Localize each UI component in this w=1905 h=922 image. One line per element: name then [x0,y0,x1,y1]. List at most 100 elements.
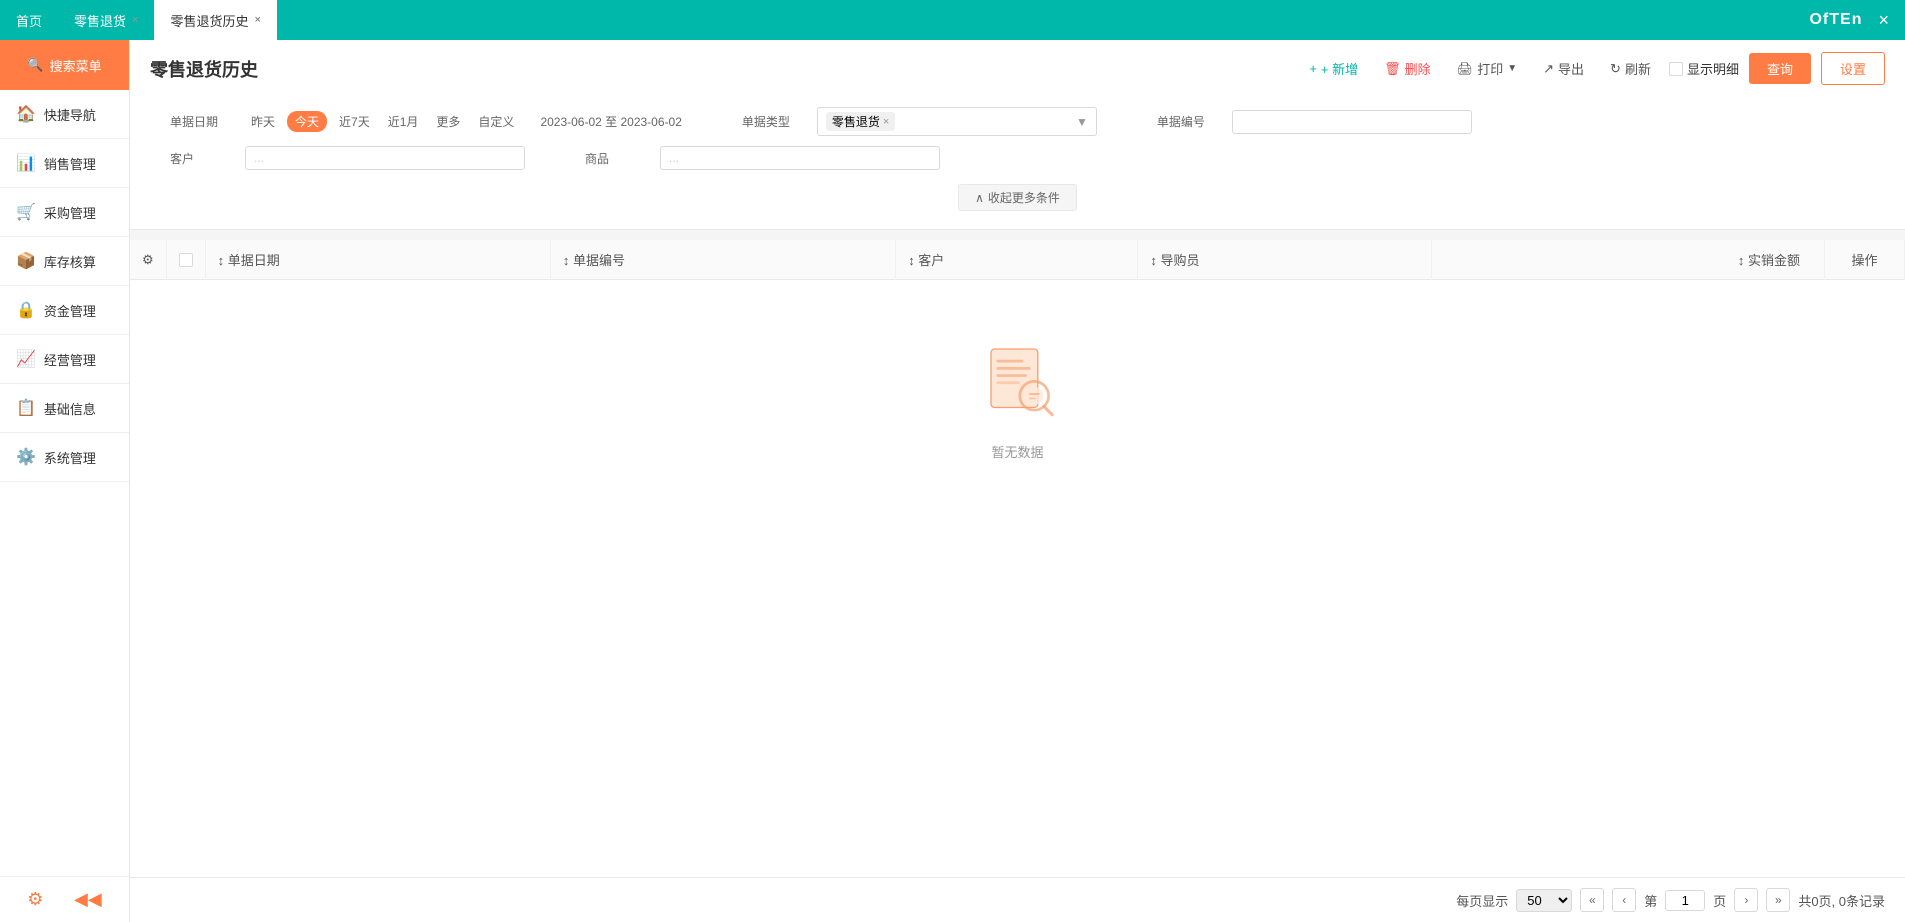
tab-retail-return-history-label: 零售退货历史 [170,11,248,30]
print-icon: 🖨 [1457,61,1474,77]
doc-number-label: 单据编号 [1157,113,1212,130]
sidebar-item-sales-mgmt[interactable]: 📊 销售管理 [0,139,129,188]
tab-home[interactable]: 首页 [0,0,58,40]
export-label: 导出 [1558,59,1584,78]
show-detail-checkbox-box[interactable] [1669,62,1683,76]
date-filter-label: 单据日期 [170,113,225,130]
data-table: ⚙ ↕ 单据日期 ↕ 单据编号 [130,240,1905,280]
sidebar-search[interactable]: 🔍 搜索菜单 [0,40,129,90]
select-all-checkbox[interactable] [179,253,193,267]
tab-retail-return-history-close[interactable]: × [254,14,260,26]
finance-icon: 🔒 [16,300,36,320]
new-button[interactable]: + + 新增 [1301,55,1366,82]
date-btn-custom[interactable]: 自定义 [472,111,520,132]
page-number-input[interactable] [1665,890,1705,911]
sidebar-item-inventory-calc[interactable]: 📦 库存核算 [0,237,129,286]
delete-button[interactable]: 🗑 删除 [1376,55,1439,82]
refresh-icon: ↻ [1610,61,1621,77]
table-header: ⚙ ↕ 单据日期 ↕ 单据编号 [130,240,1905,280]
window-close-button[interactable]: × [1878,10,1889,31]
sidebar-item-quick-nav[interactable]: 🏠 快捷导航 [0,90,129,139]
date-btn-yesterday[interactable]: 昨天 [245,111,281,132]
th-actions-label: 操作 [1851,253,1877,268]
next-page-button[interactable]: › [1734,888,1758,912]
tab-retail-return[interactable]: 零售退货 × [58,0,154,40]
date-btn-today[interactable]: 今天 [287,111,327,132]
last-page-button[interactable]: » [1766,888,1790,912]
th-settings[interactable]: ⚙ [130,240,166,280]
page-suffix: 页 [1713,891,1726,910]
brand-name: OfTEn [1809,11,1862,29]
print-button[interactable]: 🖨 打印 ▼ [1449,55,1525,82]
settings-button[interactable]: 设置 [1821,52,1885,85]
show-detail-checkbox[interactable]: 显示明细 [1669,59,1739,78]
tab-retail-return-history[interactable]: 零售退货历史 × [154,0,276,40]
new-label: + 新增 [1321,59,1358,78]
customer-filter-label: 客户 [170,150,225,167]
sidebar-item-purchase-mgmt[interactable]: 🛒 采购管理 [0,188,129,237]
sidebar-item-system-mgmt[interactable]: ⚙️ 系统管理 [0,433,129,482]
pagination-bar: 每页显示 50 10 20 100 « ‹ 第 页 › [130,877,1905,922]
tab-retail-return-label: 零售退货 [74,11,126,30]
tab-retail-return-close[interactable]: × [132,14,138,26]
page-title: 零售退货历史 [150,56,258,82]
date-filter-group: 昨天 今天 近7天 近1月 更多 自定义 [245,111,520,132]
date-range-display: 2023-06-02 至 2023-06-02 [540,113,681,130]
doc-type-select[interactable]: 零售退货 × ▼ [817,107,1097,136]
date-btn-more[interactable]: 更多 [430,111,466,132]
th-actual-amount: ↕ 实销金额 [1432,240,1825,280]
per-page-select[interactable]: 50 10 20 100 [1516,889,1572,912]
delete-label: 删除 [1405,59,1431,78]
page-header: 零售退货历史 + + 新增 🗑 删除 🖨 打印 ▼ [130,40,1905,230]
sidebar-item-finance-mgmt[interactable]: 🔒 资金管理 [0,286,129,335]
audio-icon[interactable]: ◀◀ [74,889,102,910]
basic-info-icon: 📋 [16,398,36,418]
sidebar-item-quick-nav-label: 快捷导航 [44,105,96,124]
first-page-icon: « [1589,893,1596,907]
main-layout: 🔍 搜索菜单 🏠 快捷导航 📊 销售管理 🛒 采购管理 📦 库存核算 🔒 资金管… [0,40,1905,922]
doc-type-tag-remove[interactable]: × [883,116,889,128]
table-settings-icon[interactable]: ⚙ [142,252,154,267]
date-btn-1month[interactable]: 近1月 [382,111,425,132]
doc-type-tag-value: 零售退货 [832,113,880,130]
th-doc-number: ↕ 单据编号 [550,240,895,280]
prev-page-button[interactable]: ‹ [1612,888,1636,912]
collapse-button[interactable]: ∧ 收起更多条件 [958,184,1077,211]
goods-filter-input[interactable]: ... [660,146,940,170]
query-button[interactable]: 查询 [1749,53,1811,84]
th-guide-label: ↕ 导购员 [1150,253,1199,268]
table-area: ⚙ ↕ 单据日期 ↕ 单据编号 [130,240,1905,922]
th-customer-label: ↕ 客户 [908,253,944,268]
doc-type-tag: 零售退货 × [826,112,895,131]
doc-number-input[interactable] [1232,110,1472,134]
sidebar-item-basic-info[interactable]: 📋 基础信息 [0,384,129,433]
tab-home-label: 首页 [16,11,42,30]
settings-gear-icon[interactable]: ⚙ [27,889,43,910]
customer-filter-input[interactable]: ... [245,146,525,170]
doc-type-arrow-icon: ▼ [1076,115,1088,129]
home-icon: 🏠 [16,104,36,124]
prev-page-icon: ‹ [1622,893,1626,907]
th-doc-date: ↕ 单据日期 [205,240,550,280]
new-icon: + [1309,61,1317,76]
sidebar-bottom: ⚙ ◀◀ [0,876,129,922]
sidebar-item-operations-mgmt[interactable]: 📈 经营管理 [0,335,129,384]
sidebar-search-label: 搜索菜单 [50,56,102,75]
goods-filter-label: 商品 [585,150,640,167]
empty-state: 暂无数据 [130,280,1905,521]
first-page-button[interactable]: « [1580,888,1604,912]
sidebar-item-basic-info-label: 基础信息 [44,399,96,418]
refresh-button[interactable]: ↻ 刷新 [1602,55,1659,82]
sidebar-item-operations-mgmt-label: 经营管理 [44,350,96,369]
export-icon: ↗ [1543,61,1554,77]
date-btn-7days[interactable]: 近7天 [333,111,376,132]
th-checkbox[interactable] [166,240,205,280]
sidebar-item-system-mgmt-label: 系统管理 [44,448,96,467]
empty-text: 暂无数据 [991,442,1043,461]
print-arrow-icon: ▼ [1507,63,1517,74]
system-icon: ⚙️ [16,447,36,467]
table-container: ⚙ ↕ 单据日期 ↕ 单据编号 [130,240,1905,877]
top-bar: 首页 零售退货 × 零售退货历史 × OfTEn × [0,0,1905,40]
export-button[interactable]: ↗ 导出 [1535,55,1592,82]
inventory-icon: 📦 [16,251,36,271]
